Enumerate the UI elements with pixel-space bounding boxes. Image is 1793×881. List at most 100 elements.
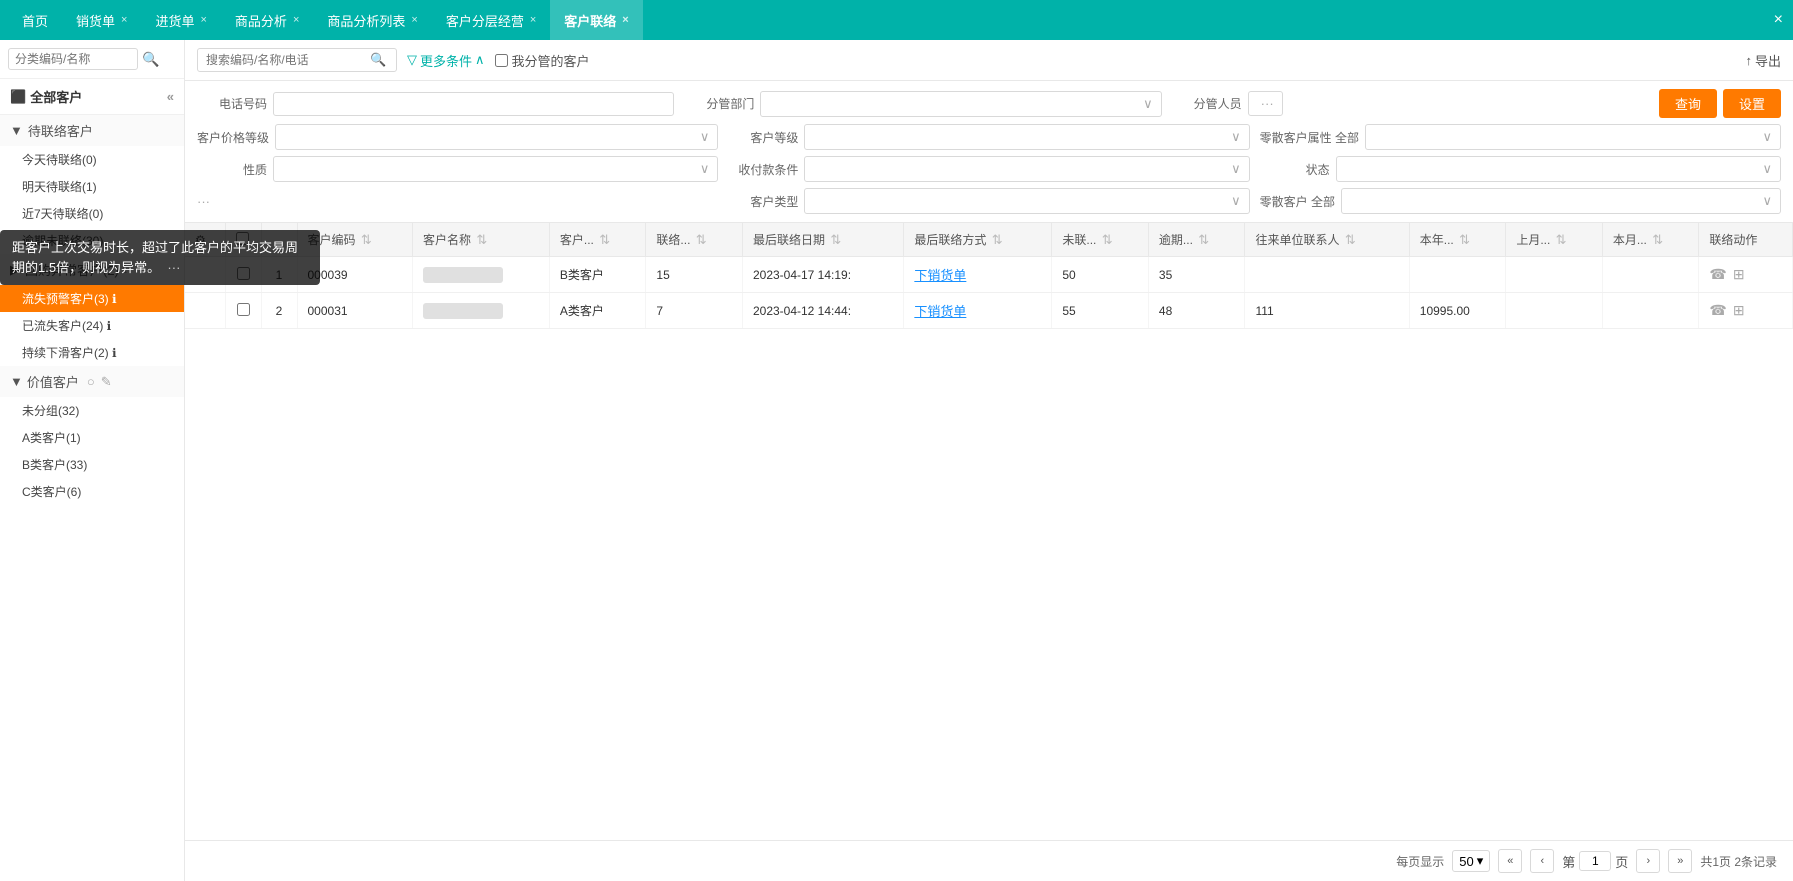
sidebar-item-7days[interactable]: 近7天待联络(0) bbox=[0, 200, 184, 227]
close-product-analysis-icon[interactable]: × bbox=[293, 14, 299, 26]
pagination-bar: 每页显示 50 ▾ « ‹ 第 页 › » 共1页 2条记录 bbox=[185, 840, 1793, 881]
filter-actions: 查询 设置 bbox=[1659, 89, 1781, 118]
filter-select-dept[interactable]: ∨ bbox=[760, 91, 1161, 117]
row-this-year-1: 10995.00 bbox=[1409, 293, 1506, 329]
nav-product-analysis-list[interactable]: 商品分析列表 × bbox=[313, 0, 431, 40]
filter-search-box: 🔍 bbox=[197, 48, 397, 72]
sidebar-search-input[interactable] bbox=[8, 48, 138, 70]
nav-home[interactable]: 首页 bbox=[8, 0, 62, 40]
row-this-month-0 bbox=[1602, 257, 1699, 293]
filter-select-scattered-attr[interactable]: ∨ bbox=[1365, 124, 1781, 150]
per-page-label: 每页显示 bbox=[1396, 853, 1444, 870]
filter-row-4: ··· 客户类型 ∨ 零散客户 全部 ∨ bbox=[197, 188, 1781, 214]
sidebar-section-value[interactable]: ▼ 价值客户 ○ ✎ bbox=[0, 366, 184, 397]
nav-customer-contact[interactable]: 客户联络 × bbox=[550, 0, 642, 40]
action-more-icon-1[interactable]: ⊞ bbox=[1733, 302, 1745, 319]
row-last-date-0: 2023-04-17 14:19: bbox=[742, 257, 903, 293]
close-customer-segment-icon[interactable]: × bbox=[530, 14, 536, 26]
th-last-way[interactable]: 最后联络方式 ⇅ bbox=[904, 223, 1052, 257]
sidebar-item-tomorrow[interactable]: 明天待联络(1) bbox=[0, 173, 184, 200]
row-uncontact-1: 55 bbox=[1052, 293, 1149, 329]
filter-field-scattered-attr: 零散客户属性 全部 ∨ bbox=[1260, 124, 1781, 150]
filter-label-price-level: 客户价格等级 bbox=[197, 129, 269, 146]
first-page-btn[interactable]: « bbox=[1498, 849, 1522, 873]
value-settings-icon[interactable]: ✎ bbox=[101, 374, 112, 390]
page-number-input[interactable] bbox=[1579, 851, 1611, 871]
sidebar-section-pending[interactable]: ▼ 待联络客户 bbox=[0, 115, 184, 146]
th-category[interactable]: 客户... ⇅ bbox=[549, 223, 646, 257]
export-button[interactable]: ↑ 导出 bbox=[1745, 51, 1781, 70]
settings-button[interactable]: 设置 bbox=[1723, 89, 1781, 118]
right-content: 🔍 ▽ 更多条件 ∧ 我分管的客户 ↑ 导出 电话号码 bbox=[185, 40, 1793, 881]
global-close-icon[interactable]: × bbox=[1774, 11, 1783, 29]
nav-sales-order[interactable]: 销货单 × bbox=[62, 0, 141, 40]
my-customers-check[interactable] bbox=[495, 54, 508, 67]
filter-search-input[interactable] bbox=[206, 53, 366, 67]
filter-search-icon[interactable]: 🔍 bbox=[370, 52, 386, 68]
filter-select-nature[interactable]: ∨ bbox=[273, 156, 718, 182]
filter-label-status: 状态 bbox=[1260, 161, 1330, 178]
row-category-0: B类客户 bbox=[549, 257, 646, 293]
filter-field-payment: 收付款条件 ∨ bbox=[728, 156, 1249, 182]
th-uncontact[interactable]: 未联... ⇅ bbox=[1052, 223, 1149, 257]
last-page-btn[interactable]: » bbox=[1668, 849, 1692, 873]
th-last-date[interactable]: 最后联络日期 ⇅ bbox=[742, 223, 903, 257]
sidebar-item-b-class[interactable]: B类客户(33) bbox=[0, 451, 184, 478]
sidebar-item-c-class[interactable]: C类客户(6) bbox=[0, 478, 184, 505]
per-page-select[interactable]: 50 ▾ bbox=[1452, 850, 1490, 872]
row-settings-1 bbox=[185, 293, 225, 329]
filter-select-customer-type[interactable]: ∨ bbox=[804, 188, 1249, 214]
filter-select-payment[interactable]: ∨ bbox=[804, 156, 1249, 182]
th-last-month[interactable]: 上月... ⇅ bbox=[1506, 223, 1603, 257]
row-name-1 bbox=[413, 293, 550, 329]
sidebar-collapse-icon[interactable]: « bbox=[167, 89, 174, 104]
close-product-analysis-list-icon[interactable]: × bbox=[411, 14, 417, 26]
row-last-way-link-0[interactable]: 下销货单 bbox=[914, 268, 966, 283]
row-check-1 bbox=[225, 293, 261, 329]
filter-select-scattered-customer[interactable]: ∨ bbox=[1341, 188, 1781, 214]
sidebar-item-a-class[interactable]: A类客户(1) bbox=[0, 424, 184, 451]
sidebar-item-today[interactable]: 今天待联络(0) bbox=[0, 146, 184, 173]
row-this-month-1 bbox=[1602, 293, 1699, 329]
th-contacts[interactable]: 联络... ⇅ bbox=[646, 223, 743, 257]
th-this-year[interactable]: 本年... ⇅ bbox=[1409, 223, 1506, 257]
nav-purchase-order[interactable]: 进货单 × bbox=[141, 0, 220, 40]
data-table-area: ⚙ 客户编码 ⇅ 客户名称 ⇅ 客户... ⇅ 联络... ⇅ 最后联络日期 ⇅… bbox=[185, 223, 1793, 840]
action-phone-icon-1[interactable]: ☎ bbox=[1709, 302, 1726, 319]
close-purchase-order-icon[interactable]: × bbox=[200, 14, 206, 26]
sidebar-item-ungrouped[interactable]: 未分组(32) bbox=[0, 397, 184, 424]
next-page-btn[interactable]: › bbox=[1636, 849, 1660, 873]
prev-page-btn[interactable]: ‹ bbox=[1530, 849, 1554, 873]
row-last-way-link-1[interactable]: 下销货单 bbox=[914, 304, 966, 319]
sidebar-search-icon[interactable]: 🔍 bbox=[142, 51, 159, 68]
nav-customer-segment[interactable]: 客户分层经营 × bbox=[432, 0, 550, 40]
action-phone-icon-0[interactable]: ☎ bbox=[1709, 266, 1726, 283]
customer-level-arrow-icon: ∨ bbox=[1231, 129, 1241, 145]
nav-product-analysis[interactable]: 商品分析 × bbox=[221, 0, 313, 40]
filter-select-status[interactable]: ∨ bbox=[1336, 156, 1781, 182]
sidebar-item-already-lost[interactable]: 已流失客户(24) ℹ bbox=[0, 312, 184, 339]
filter-field-dots: ··· bbox=[197, 194, 718, 209]
th-overdue[interactable]: 逾期... ⇅ bbox=[1148, 223, 1245, 257]
query-button[interactable]: 查询 bbox=[1659, 89, 1717, 118]
sidebar-item-loss-warning[interactable]: 流失预警客户(3) ℹ bbox=[0, 285, 184, 312]
row-checkbox-1[interactable] bbox=[237, 303, 250, 316]
action-more-icon-0[interactable]: ⊞ bbox=[1733, 266, 1745, 283]
close-sales-order-icon[interactable]: × bbox=[121, 14, 127, 26]
row-last-way-1: 下销货单 bbox=[904, 293, 1052, 329]
my-customers-checkbox[interactable]: 我分管的客户 bbox=[495, 51, 590, 70]
filter-input-phone[interactable] bbox=[273, 92, 674, 116]
th-company-contacts[interactable]: 往来单位联系人 ⇅ bbox=[1245, 223, 1409, 257]
th-name[interactable]: 客户名称 ⇅ bbox=[413, 223, 550, 257]
filter-more-conditions-btn[interactable]: ▽ 更多条件 ∧ bbox=[407, 51, 485, 70]
sidebar-item-declining[interactable]: 持续下滑客户(2) ℹ bbox=[0, 339, 184, 366]
th-this-month[interactable]: 本月... ⇅ bbox=[1602, 223, 1699, 257]
filter-extra-dots[interactable]: ··· bbox=[197, 194, 210, 209]
value-edit-icon[interactable]: ○ bbox=[87, 374, 95, 389]
close-customer-contact-icon[interactable]: × bbox=[622, 14, 628, 26]
filter-select-person[interactable]: ··· bbox=[1248, 91, 1283, 116]
filter-select-customer-level[interactable]: ∨ bbox=[804, 124, 1249, 150]
row-category-1: A类客户 bbox=[549, 293, 646, 329]
filter-select-price-level[interactable]: ∨ bbox=[275, 124, 718, 150]
payment-arrow-icon: ∨ bbox=[1231, 161, 1241, 177]
